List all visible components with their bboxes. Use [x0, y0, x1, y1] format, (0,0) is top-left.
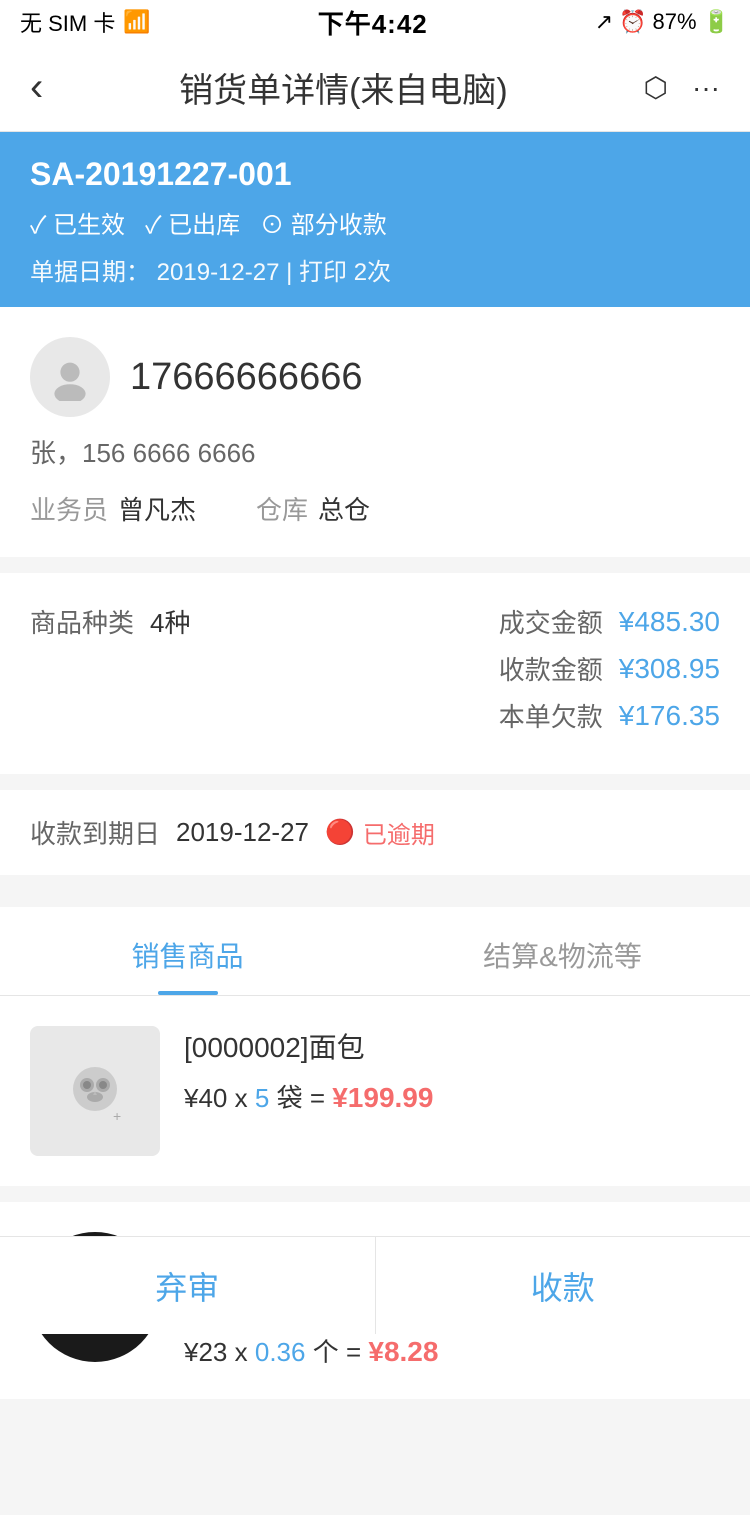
sales-label: 业务员 [30, 490, 108, 527]
print-label: | 打印 [286, 259, 347, 286]
customer-name: 张，156 6666 6666 [30, 433, 720, 470]
overdue-icon: 🔴 [325, 818, 355, 847]
product-code: [0000002] [184, 1032, 309, 1063]
share-icon[interactable]: ⬡ [644, 71, 668, 104]
print-count-val: 2 [354, 259, 367, 286]
warehouse-name: 总仓 [318, 490, 370, 527]
equals-sign: = [310, 1083, 332, 1113]
date-label: 单据日期： [30, 259, 150, 286]
wifi-icon: 📶 [123, 9, 150, 35]
status-left: 无 SIM 卡 📶 [20, 6, 151, 38]
received-label: 收款金额 [499, 650, 603, 687]
nav-actions: ⬡ ··· [644, 71, 720, 104]
badge-shipped: ✓ 已出库 [145, 205, 240, 240]
overdue-badge: 🔴 已逾期 [325, 815, 435, 850]
customer-section: 17666666666 张，156 6666 6666 业务员 曾凡杰 仓库 总… [0, 307, 750, 557]
unit-price: ¥40 [184, 1083, 227, 1113]
multiply-sign: x [235, 1083, 255, 1113]
tab-products[interactable]: 销售商品 [0, 907, 375, 995]
bottom-spacer [0, 1415, 750, 1515]
deal-amount-stat: 成交金额 ¥485.30 [499, 603, 720, 640]
confirm-button[interactable]: 收款 [376, 1237, 750, 1334]
alarm-icon: ⏰ [619, 9, 646, 35]
bottom-bar: 弃审 收款 [0, 1236, 750, 1334]
warehouse-meta: 仓库 总仓 [256, 490, 370, 527]
received-value: ¥308.95 [619, 653, 720, 685]
customer-phone: 17666666666 [130, 356, 362, 399]
status-bar: 无 SIM 卡 📶 下午4:42 ↗ ⏰ 87% 🔋 [0, 0, 750, 44]
product-price-row: ¥23 x 0.36 个 = ¥8.28 [184, 1332, 720, 1369]
badge-effective: ✓ 已生效 [30, 205, 125, 240]
stats-right: 成交金额 ¥485.30 收款金额 ¥308.95 本单欠款 ¥176.35 [499, 603, 720, 744]
more-icon[interactable]: ··· [692, 72, 720, 104]
sales-name: 曾凡杰 [118, 490, 196, 527]
badge-partial: ⊙ 部分收款 [260, 205, 387, 240]
product-info: [0000002]面包 ¥40 x 5 袋 = ¥199.99 [184, 1026, 720, 1115]
product-image: + [30, 1026, 160, 1156]
sim-label: 无 SIM 卡 [20, 6, 115, 38]
debt-stat: 本单欠款 ¥176.35 [499, 697, 720, 734]
product-list: + [0000002]面包 ¥40 x 5 袋 = ¥199.99 [0, 996, 750, 1399]
deal-amount-label: 成交金额 [499, 603, 603, 640]
equals-sign: = [346, 1337, 368, 1367]
status-time: 下午4:42 [318, 4, 428, 41]
product-title: 面包 [309, 1032, 365, 1063]
unit: 袋 [277, 1083, 303, 1113]
battery-icon: 🔋 [703, 9, 730, 35]
svg-text:+: + [113, 1108, 121, 1124]
due-date-label: 收款到期日 [30, 814, 160, 851]
stats-row: 商品种类 4种 成交金额 ¥485.30 收款金额 ¥308.95 本单欠款 ¥… [30, 603, 720, 744]
product-type-value: 4种 [150, 603, 190, 640]
nav-bar: ‹ 销货单详情(来自电脑) ⬡ ··· [0, 44, 750, 132]
product-type-stat: 商品种类 4种 [30, 603, 190, 640]
location-icon: ↗ [595, 9, 613, 35]
unit-price: ¥23 [184, 1337, 227, 1367]
deal-amount-value: ¥485.30 [619, 606, 720, 638]
section-divider [0, 891, 750, 907]
tabs-section: 销售商品 结算&物流等 [0, 907, 750, 996]
warehouse-label: 仓库 [256, 490, 308, 527]
quantity: 0.36 [255, 1337, 306, 1367]
order-header: SA-20191227-001 ✓ 已生效 ✓ 已出库 ⊙ 部分收款 单据日期：… [0, 132, 750, 307]
product-type-label: 商品种类 [30, 603, 134, 640]
order-date-row: 单据日期： 2019-12-27 | 打印 2次 [30, 252, 720, 287]
total-price: ¥199.99 [332, 1082, 433, 1113]
customer-meta: 业务员 曾凡杰 仓库 总仓 [30, 490, 720, 527]
received-stat: 收款金额 ¥308.95 [499, 650, 720, 687]
due-date-value: 2019-12-27 [176, 817, 309, 848]
stats-left: 商品种类 4种 [30, 603, 190, 650]
order-date: 2019-12-27 [157, 259, 280, 286]
unit: 个 [313, 1337, 339, 1367]
debt-label: 本单欠款 [499, 697, 603, 734]
debt-value: ¥176.35 [619, 700, 720, 732]
tab-settlement[interactable]: 结算&物流等 [375, 907, 750, 995]
order-badges: ✓ 已生效 ✓ 已出库 ⊙ 部分收款 [30, 205, 720, 240]
back-button[interactable]: ‹ [30, 65, 43, 110]
total-price: ¥8.28 [368, 1336, 438, 1367]
print-suffix: 次 [367, 259, 391, 286]
order-id: SA-20191227-001 [30, 156, 720, 193]
multiply-sign: x [235, 1337, 255, 1367]
sales-meta: 业务员 曾凡杰 [30, 490, 196, 527]
overdue-label: 已逾期 [363, 815, 435, 850]
customer-row: 17666666666 [30, 337, 720, 417]
product-price-row: ¥40 x 5 袋 = ¥199.99 [184, 1078, 720, 1115]
page-title: 销货单详情(来自电脑) [179, 63, 508, 112]
status-right: ↗ ⏰ 87% 🔋 [595, 9, 730, 35]
battery-label: 87% [653, 9, 697, 35]
due-date-section: 收款到期日 2019-12-27 🔴 已逾期 [0, 790, 750, 875]
quantity: 5 [255, 1083, 269, 1113]
stats-section: 商品种类 4种 成交金额 ¥485.30 收款金额 ¥308.95 本单欠款 ¥… [0, 573, 750, 774]
cancel-button[interactable]: 弃审 [0, 1237, 376, 1334]
product-item: + [0000002]面包 ¥40 x 5 袋 = ¥199.99 [0, 996, 750, 1186]
avatar [30, 337, 110, 417]
product-name: [0000002]面包 [184, 1026, 720, 1066]
